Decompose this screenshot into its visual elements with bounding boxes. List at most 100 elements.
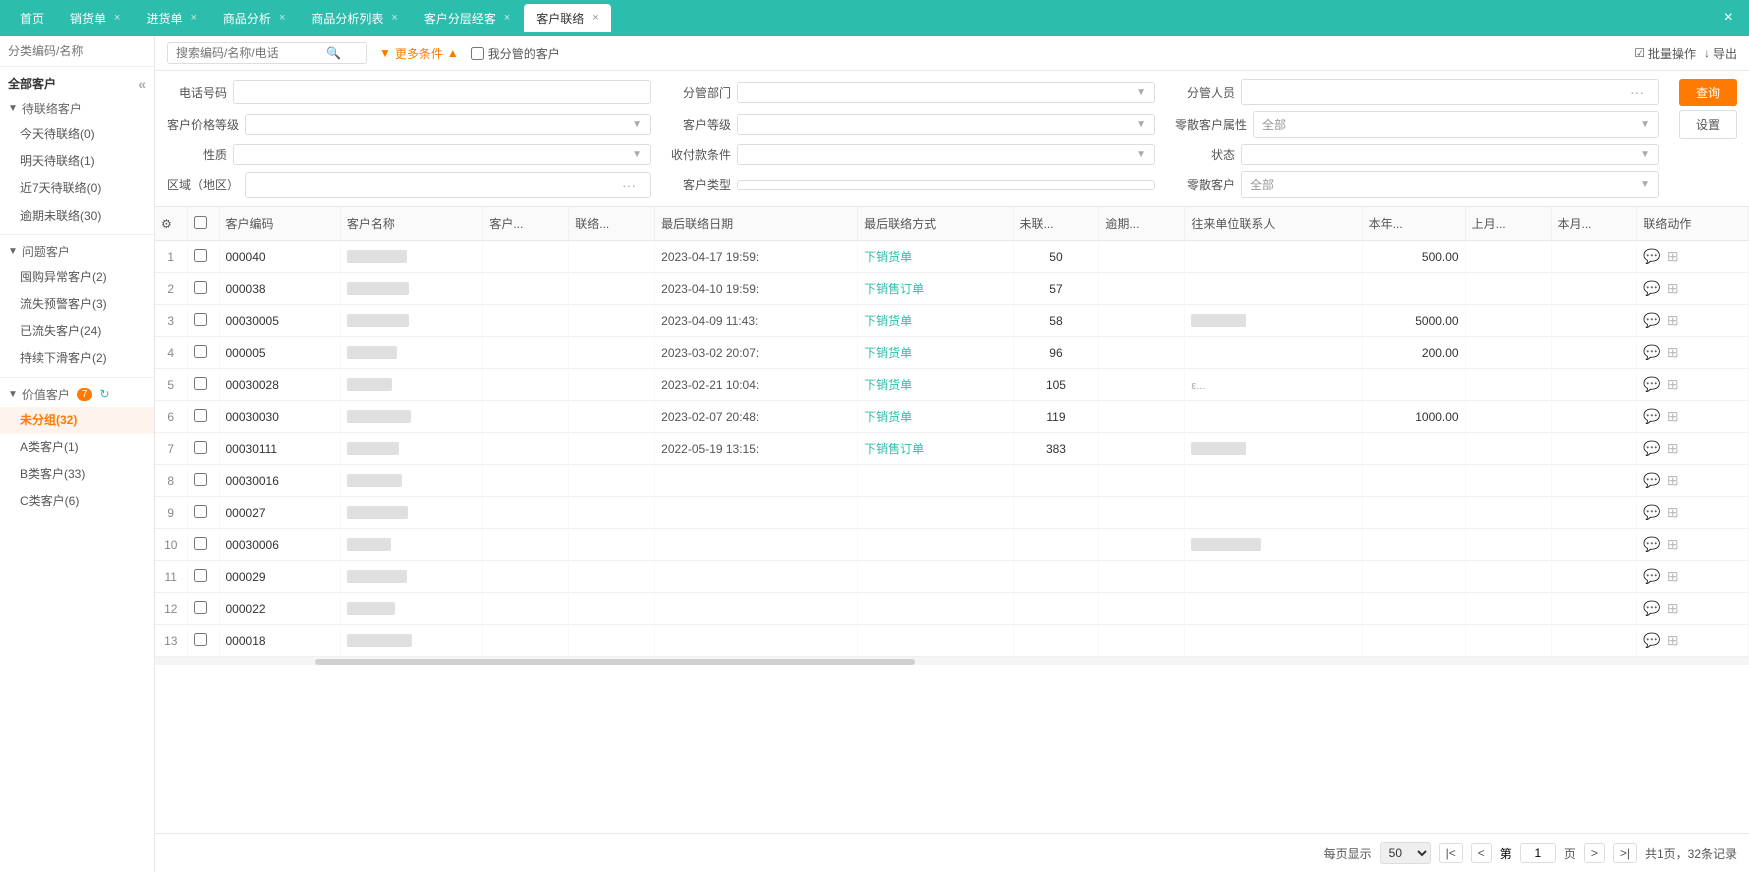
grid-icon[interactable]: ⊞	[1667, 344, 1679, 361]
row-checkbox[interactable]	[194, 409, 207, 422]
grid-icon[interactable]: ⊞	[1667, 632, 1679, 649]
next-page-btn[interactable]: >	[1584, 843, 1605, 863]
search-input[interactable]	[176, 46, 326, 60]
query-button[interactable]: 查询	[1679, 79, 1737, 106]
scroll-thumb[interactable]	[315, 659, 915, 665]
my-customers-checkbox[interactable]	[471, 47, 484, 60]
td-checkbox[interactable]	[187, 593, 219, 625]
window-close[interactable]: ×	[1716, 9, 1741, 27]
export-btn[interactable]: ↓ 导出	[1704, 45, 1737, 62]
message-icon[interactable]: 💬	[1643, 536, 1660, 553]
sidebar-item-ungrouped[interactable]: 未分组(32)	[0, 407, 154, 434]
group-problem-customers[interactable]: ▼ 问题客户	[0, 239, 154, 264]
region-more[interactable]: ···	[616, 177, 642, 193]
message-icon[interactable]: 💬	[1643, 504, 1660, 521]
sidebar-item-declining[interactable]: 持续下滑客户(2)	[0, 345, 154, 372]
tab-purchase[interactable]: 进货单 ×	[134, 4, 208, 32]
more-icon[interactable]: ···	[1624, 84, 1650, 100]
message-icon[interactable]: 💬	[1643, 312, 1660, 329]
td-checkbox[interactable]	[187, 433, 219, 465]
customer-level-select[interactable]: ▼	[737, 114, 1155, 135]
tab-goods-list[interactable]: 商品分析列表 ×	[299, 4, 409, 32]
sidebar-item-class-a[interactable]: A类客户(1)	[0, 434, 154, 461]
price-level-select[interactable]: ▼	[245, 114, 651, 135]
prev-page-btn[interactable]: <	[1471, 843, 1492, 863]
grid-icon[interactable]: ⊞	[1667, 600, 1679, 617]
td-checkbox[interactable]	[187, 241, 219, 273]
method-link[interactable]: 下销货单	[864, 314, 912, 328]
message-icon[interactable]: 💬	[1643, 376, 1660, 393]
search-icon[interactable]: 🔍	[326, 46, 341, 60]
td-checkbox[interactable]	[187, 497, 219, 529]
row-checkbox[interactable]	[194, 633, 207, 646]
batch-ops-btn[interactable]: ☑ 批量操作	[1634, 45, 1696, 62]
td-checkbox[interactable]	[187, 561, 219, 593]
grid-icon[interactable]: ⊞	[1667, 408, 1679, 425]
th-gear[interactable]: ⚙	[155, 207, 187, 241]
row-checkbox[interactable]	[194, 281, 207, 294]
method-link[interactable]: 下销货单	[864, 378, 912, 392]
message-icon[interactable]: 💬	[1643, 280, 1660, 297]
sidebar-search-input[interactable]	[8, 44, 155, 58]
tab-customer-contact-close[interactable]: ×	[592, 12, 598, 24]
td-checkbox[interactable]	[187, 465, 219, 497]
tab-sales-close[interactable]: ×	[114, 12, 120, 24]
tab-sales[interactable]: 销货单 ×	[58, 4, 132, 32]
tab-customer-contact[interactable]: 客户联络 ×	[524, 4, 610, 32]
grid-icon[interactable]: ⊞	[1667, 376, 1679, 393]
td-checkbox[interactable]	[187, 401, 219, 433]
payment-select[interactable]: ▼	[737, 144, 1155, 165]
sidebar-item-class-c[interactable]: C类客户(6)	[0, 488, 154, 515]
td-checkbox[interactable]	[187, 369, 219, 401]
sidebar-item-overdue[interactable]: 逾期未联络(30)	[0, 203, 154, 230]
collapse-icon[interactable]: «	[138, 76, 146, 92]
message-icon[interactable]: 💬	[1643, 344, 1660, 361]
grid-icon[interactable]: ⊞	[1667, 568, 1679, 585]
message-icon[interactable]: 💬	[1643, 600, 1660, 617]
page-input[interactable]	[1520, 843, 1556, 863]
grid-icon[interactable]: ⊞	[1667, 280, 1679, 297]
grid-icon[interactable]: ⊞	[1667, 536, 1679, 553]
row-checkbox[interactable]	[194, 441, 207, 454]
message-icon[interactable]: 💬	[1643, 248, 1660, 265]
row-checkbox[interactable]	[194, 505, 207, 518]
row-checkbox[interactable]	[194, 313, 207, 326]
message-icon[interactable]: 💬	[1643, 408, 1660, 425]
row-checkbox[interactable]	[194, 601, 207, 614]
last-page-btn[interactable]: >|	[1613, 843, 1637, 863]
zero-customer-select[interactable]: 全部 ▼	[1241, 171, 1659, 198]
all-customers-section[interactable]: 全部客户 «	[0, 67, 154, 96]
sidebar-item-abnormal[interactable]: 囤购异常客户(2)	[0, 264, 154, 291]
grid-icon[interactable]: ⊞	[1667, 248, 1679, 265]
grid-icon[interactable]: ⊞	[1667, 472, 1679, 489]
row-checkbox[interactable]	[194, 345, 207, 358]
tab-goods-list-close[interactable]: ×	[391, 12, 397, 24]
td-checkbox[interactable]	[187, 625, 219, 657]
group-value-customers[interactable]: ▼ 价值客户 7 ↻	[0, 382, 154, 407]
tab-goods-analysis-close[interactable]: ×	[279, 12, 285, 24]
page-size-select[interactable]: 50 100	[1380, 842, 1431, 864]
status-select[interactable]: ▼	[1241, 144, 1659, 165]
customer-type-select[interactable]	[737, 180, 1155, 190]
sidebar-item-churn-warning[interactable]: 流失预警客户(3)	[0, 291, 154, 318]
sidebar-item-7days[interactable]: 近7天待联络(0)	[0, 175, 154, 202]
row-checkbox[interactable]	[194, 249, 207, 262]
zero-attr-select[interactable]: 全部 ▼	[1253, 111, 1659, 138]
first-page-btn[interactable]: |<	[1439, 843, 1463, 863]
tab-purchase-close[interactable]: ×	[190, 12, 196, 24]
sidebar-item-today[interactable]: 今天待联络(0)	[0, 121, 154, 148]
grid-icon[interactable]: ⊞	[1667, 504, 1679, 521]
phone-input[interactable]	[233, 80, 651, 104]
select-all-checkbox[interactable]	[194, 216, 207, 229]
tab-goods-analysis[interactable]: 商品分析 ×	[211, 4, 297, 32]
method-link[interactable]: 下销货单	[864, 250, 912, 264]
manager-select[interactable]: ···	[1241, 79, 1659, 105]
my-customers-checkbox-wrap[interactable]: 我分管的客户	[471, 45, 560, 62]
sidebar-item-churned[interactable]: 已流失客户(24)	[0, 318, 154, 345]
region-select[interactable]: ···	[245, 172, 651, 198]
method-link[interactable]: 下销货单	[864, 346, 912, 360]
td-checkbox[interactable]	[187, 337, 219, 369]
tab-customer-segment-close[interactable]: ×	[504, 12, 510, 24]
td-checkbox[interactable]	[187, 273, 219, 305]
nature-select[interactable]: ▼	[233, 144, 651, 165]
